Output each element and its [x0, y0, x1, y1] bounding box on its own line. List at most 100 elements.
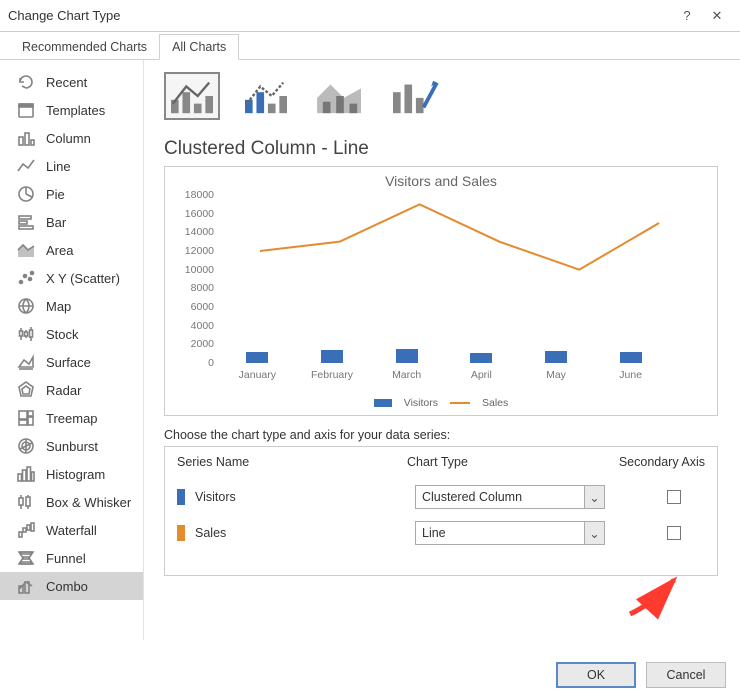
sidebar-icon	[16, 240, 36, 260]
dialog-body: Recent Templates Column Line Pie Bar Are…	[0, 60, 740, 640]
sidebar-item-label: Waterfall	[46, 523, 97, 538]
series-color-chip	[177, 525, 185, 541]
series-name: Visitors	[195, 490, 415, 504]
sidebar-icon	[16, 184, 36, 204]
sidebar-item-histogram[interactable]: Histogram	[0, 460, 143, 488]
sidebar-item-label: Box & Whisker	[46, 495, 131, 510]
y-tick: 18000	[172, 189, 214, 201]
y-tick: 2000	[172, 338, 214, 350]
dropdown-value: Clustered Column	[422, 490, 584, 504]
sidebar-item-stock[interactable]: Stock	[0, 320, 143, 348]
chart-preview: Visitors and Sales 020004000600080001000…	[164, 166, 718, 416]
subtype-row	[164, 72, 718, 120]
legend-swatch-visitors	[374, 399, 392, 407]
series-chart-type-dropdown[interactable]: Clustered Column ⌄	[415, 485, 605, 509]
tab-recommended[interactable]: Recommended Charts	[10, 35, 159, 59]
series-hint-text: Choose the chart type and axis for your …	[164, 428, 718, 442]
subtype-clustered-column-line[interactable]	[164, 72, 220, 120]
sidebar-item-funnel[interactable]: Funnel	[0, 544, 143, 572]
sidebar-icon	[16, 408, 36, 428]
sidebar-item-line[interactable]: Line	[0, 152, 143, 180]
titlebar: Change Chart Type ? ✕	[0, 0, 740, 32]
tab-strip: Recommended Charts All Charts	[0, 32, 740, 60]
sidebar-icon	[16, 296, 36, 316]
sidebar-item-label: Sunburst	[46, 439, 98, 454]
sidebar-icon	[16, 324, 36, 344]
sidebar-item-box-whisker[interactable]: Box & Whisker	[0, 488, 143, 516]
chevron-down-icon: ⌄	[584, 522, 604, 544]
tab-all-charts[interactable]: All Charts	[159, 34, 239, 60]
sidebar-item-label: Surface	[46, 355, 91, 370]
sidebar-icon	[16, 268, 36, 288]
sidebar-icon	[16, 380, 36, 400]
sidebar-item-label: Treemap	[46, 411, 98, 426]
sidebar-item-radar[interactable]: Radar	[0, 376, 143, 404]
sidebar-item-combo[interactable]: Combo	[0, 572, 143, 600]
sidebar-item-label: Templates	[46, 103, 105, 118]
sidebar-item-surface[interactable]: Surface	[0, 348, 143, 376]
series-name: Sales	[195, 526, 415, 540]
bar	[321, 350, 343, 363]
sidebar-item-x-y-scatter-[interactable]: X Y (Scatter)	[0, 264, 143, 292]
bar	[470, 353, 492, 363]
x-tick: May	[546, 369, 566, 381]
sidebar-item-bar[interactable]: Bar	[0, 208, 143, 236]
sidebar-icon	[16, 576, 36, 596]
sidebar-icon	[16, 436, 36, 456]
sidebar-item-area[interactable]: Area	[0, 236, 143, 264]
sidebar-item-column[interactable]: Column	[0, 124, 143, 152]
sidebar-item-waterfall[interactable]: Waterfall	[0, 516, 143, 544]
dialog-footer: OK Cancel	[556, 662, 726, 688]
sidebar-item-label: Column	[46, 131, 91, 146]
y-tick: 12000	[172, 245, 214, 257]
sidebar-item-label: Line	[46, 159, 71, 174]
dropdown-value: Line	[422, 526, 584, 540]
sidebar-item-templates[interactable]: Templates	[0, 96, 143, 124]
combo-icon-4	[389, 75, 439, 117]
sidebar-icon	[16, 352, 36, 372]
y-tick: 4000	[172, 320, 214, 332]
series-row: Visitors Clustered Column ⌄	[177, 479, 705, 515]
series-header-axis: Secondary Axis	[605, 455, 705, 469]
combo-icon-2	[241, 75, 291, 117]
y-tick: 6000	[172, 301, 214, 313]
secondary-axis-checkbox[interactable]	[667, 490, 681, 504]
chart-title: Visitors and Sales	[165, 167, 717, 191]
y-tick: 14000	[172, 226, 214, 238]
main-panel: Clustered Column - Line Visitors and Sal…	[144, 60, 740, 640]
bar	[246, 352, 268, 363]
bar	[620, 352, 642, 363]
sidebar-item-recent[interactable]: Recent	[0, 68, 143, 96]
chart-type-sidebar: Recent Templates Column Line Pie Bar Are…	[0, 60, 144, 640]
close-button[interactable]: ✕	[702, 8, 732, 24]
subtype-custom-combo[interactable]	[386, 72, 442, 120]
bar	[545, 351, 567, 363]
subtype-clustered-column-line-secondary[interactable]	[238, 72, 294, 120]
series-header-type: Chart Type	[407, 455, 605, 469]
chart-legend: Visitors Sales	[165, 397, 717, 409]
secondary-axis-checkbox[interactable]	[667, 526, 681, 540]
window-title: Change Chart Type	[8, 8, 672, 23]
series-chart-type-dropdown[interactable]: Line ⌄	[415, 521, 605, 545]
cancel-button[interactable]: Cancel	[646, 662, 726, 688]
sidebar-item-label: Pie	[46, 187, 65, 202]
sidebar-item-label: Map	[46, 299, 71, 314]
help-button[interactable]: ?	[672, 8, 702, 23]
sidebar-item-treemap[interactable]: Treemap	[0, 404, 143, 432]
sidebar-icon	[16, 100, 36, 120]
sidebar-item-label: Stock	[46, 327, 79, 342]
series-header-row: Series Name Chart Type Secondary Axis	[177, 455, 705, 469]
x-tick: April	[471, 369, 492, 381]
sidebar-item-label: Bar	[46, 215, 66, 230]
sidebar-item-label: Combo	[46, 579, 88, 594]
chevron-down-icon: ⌄	[584, 486, 604, 508]
sidebar-item-label: Area	[46, 243, 73, 258]
series-color-chip	[177, 489, 185, 505]
sidebar-item-map[interactable]: Map	[0, 292, 143, 320]
sidebar-icon	[16, 520, 36, 540]
sidebar-item-pie[interactable]: Pie	[0, 180, 143, 208]
x-tick: March	[392, 369, 421, 381]
sidebar-item-sunburst[interactable]: Sunburst	[0, 432, 143, 460]
subtype-stacked-area-column[interactable]	[312, 72, 368, 120]
ok-button[interactable]: OK	[556, 662, 636, 688]
